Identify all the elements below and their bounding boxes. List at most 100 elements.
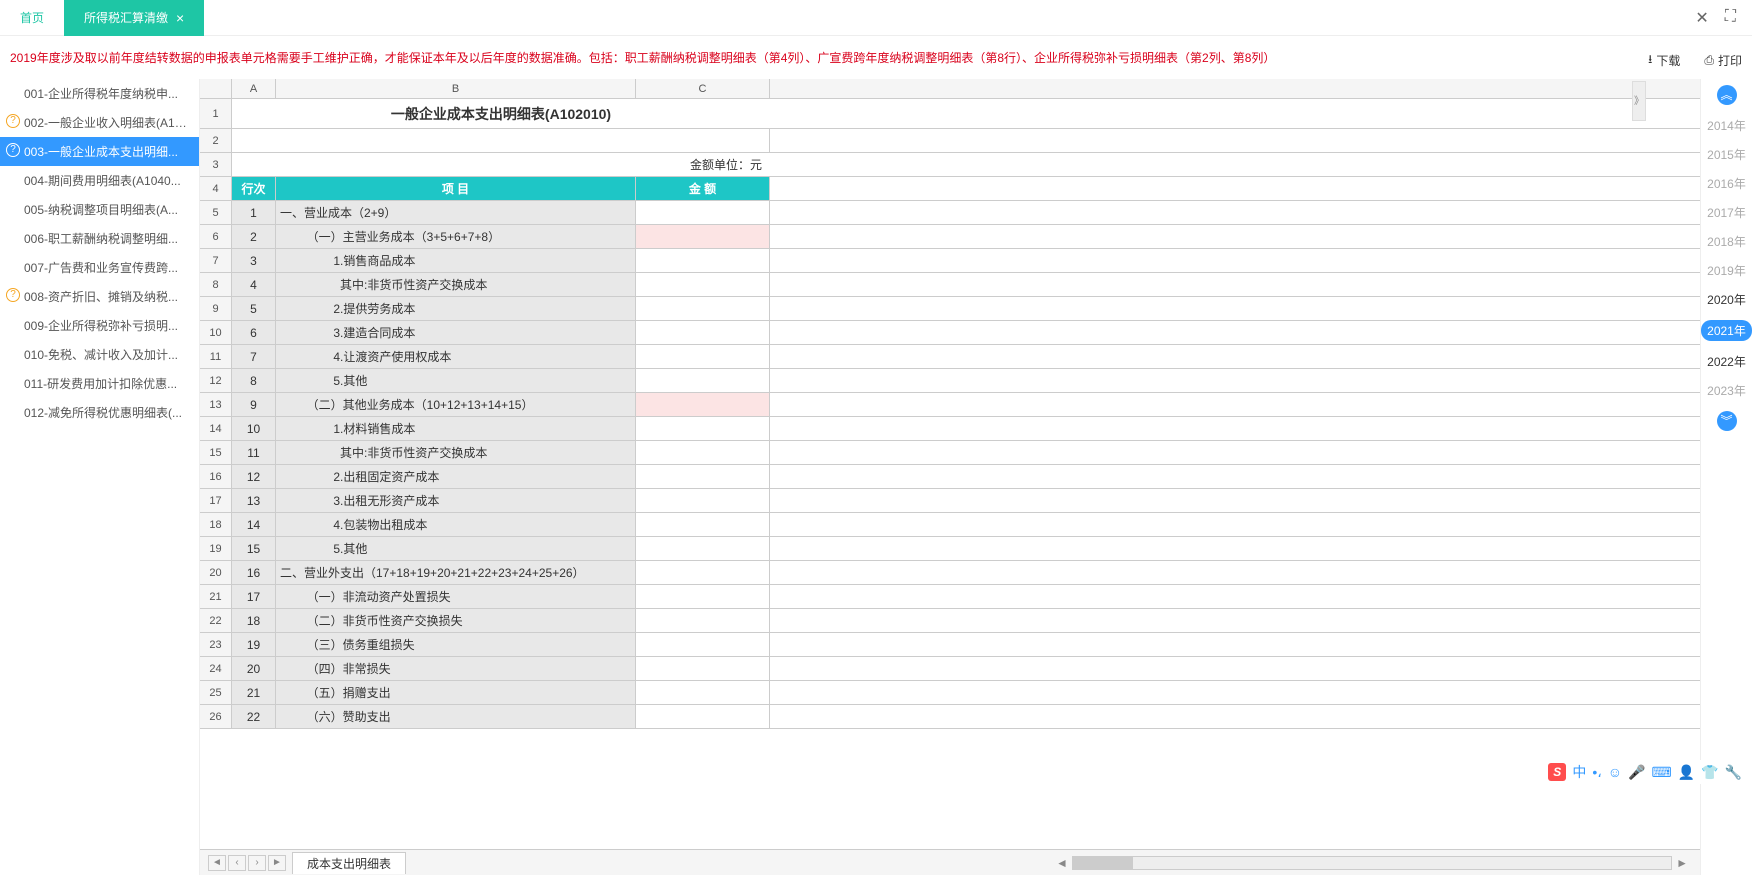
row-header[interactable]: 16 (200, 465, 232, 488)
sheet-body[interactable]: 1 一般企业成本支出明细表(A102010) 2 3 金额单位：元 4 行次 项… (200, 99, 1700, 849)
cell-line-no[interactable]: 18 (232, 609, 276, 632)
close-icon[interactable]: × (176, 0, 184, 36)
cell-item[interactable]: （一）主营业务成本（3+5+6+7+8） (276, 225, 636, 248)
cell-amount[interactable] (636, 585, 770, 608)
cell-line-no[interactable]: 11 (232, 441, 276, 464)
sheet-nav-first-icon[interactable]: ◄ (208, 855, 226, 871)
row-header[interactable]: 15 (200, 441, 232, 464)
cell-item[interactable]: （一）非流动资产处置损失 (276, 585, 636, 608)
sidebar-item-11[interactable]: 012-减免所得税优惠明细表(... (0, 398, 199, 427)
cell-line-no[interactable]: 20 (232, 657, 276, 680)
sheet-nav-last-icon[interactable]: ► (268, 855, 286, 871)
scroll-down-icon[interactable]: ︾ (1717, 411, 1737, 431)
cell-item[interactable]: 5.其他 (276, 369, 636, 392)
scroll-up-icon[interactable]: ︽ (1717, 85, 1737, 105)
cell-line-no[interactable]: 7 (232, 345, 276, 368)
cell-item[interactable]: 3.出租无形资产成本 (276, 489, 636, 512)
corner-cell[interactable] (200, 79, 232, 98)
year-2023年[interactable]: 2023年 (1707, 382, 1746, 399)
row-header[interactable]: 18 (200, 513, 232, 536)
cell-amount[interactable] (636, 249, 770, 272)
sidebar-item-2[interactable]: ?003-一般企业成本支出明细... (0, 137, 199, 166)
cell-item[interactable]: 其中:非货币性资产交换成本 (276, 273, 636, 296)
fullscreen-icon[interactable]: ⛶ (1725, 8, 1736, 28)
horizontal-scrollbar[interactable]: ◄ ► (1052, 856, 1692, 870)
cell-line-no[interactable]: 13 (232, 489, 276, 512)
tab-home[interactable]: 首页 (0, 0, 64, 36)
cell-line-no[interactable]: 19 (232, 633, 276, 656)
ime-lang[interactable]: 中 (1572, 762, 1586, 782)
cell-item[interactable]: 4.包装物出租成本 (276, 513, 636, 536)
cell-item[interactable]: （三）债务重组损失 (276, 633, 636, 656)
cell-line-no[interactable]: 10 (232, 417, 276, 440)
scroll-right-icon[interactable]: ► (1672, 856, 1692, 870)
cell-item[interactable]: 二、营业外支出（17+18+19+20+21+22+23+24+25+26） (276, 561, 636, 584)
cell-item[interactable]: （六）赞助支出 (276, 705, 636, 728)
cell-item[interactable]: 其中:非货币性资产交换成本 (276, 441, 636, 464)
row-header[interactable]: 14 (200, 417, 232, 440)
cell-amount[interactable] (636, 273, 770, 296)
tab-active[interactable]: 所得税汇算清缴 × (64, 0, 204, 36)
row-header[interactable]: 26 (200, 705, 232, 728)
ime-emoji-icon[interactable]: ☺ (1608, 764, 1622, 780)
row-header[interactable]: 1 (200, 99, 232, 128)
expand-right-icon[interactable]: 》 (1632, 81, 1646, 121)
cell-amount[interactable] (636, 417, 770, 440)
cell-line-no[interactable]: 17 (232, 585, 276, 608)
col-header-a[interactable]: A (232, 79, 276, 98)
row-header[interactable]: 8 (200, 273, 232, 296)
cell-amount[interactable] (636, 369, 770, 392)
cell-item[interactable]: 3.建造合同成本 (276, 321, 636, 344)
cell-amount[interactable] (636, 705, 770, 728)
ime-mic-icon[interactable]: 🎤 (1628, 764, 1645, 781)
row-header[interactable]: 23 (200, 633, 232, 656)
scroll-left-icon[interactable]: ◄ (1052, 856, 1072, 870)
cell-line-no[interactable]: 16 (232, 561, 276, 584)
ime-keyboard-icon[interactable]: ⌨ (1651, 764, 1671, 781)
cell-line-no[interactable]: 3 (232, 249, 276, 272)
year-2016年[interactable]: 2016年 (1707, 175, 1746, 192)
cell-line-no[interactable]: 4 (232, 273, 276, 296)
cell-line-no[interactable]: 22 (232, 705, 276, 728)
cell-amount[interactable] (636, 393, 770, 416)
cell-line-no[interactable]: 8 (232, 369, 276, 392)
close-window-icon[interactable]: ✕ (1695, 8, 1708, 28)
row-header[interactable]: 7 (200, 249, 232, 272)
cell-amount[interactable] (636, 345, 770, 368)
cell-line-no[interactable]: 9 (232, 393, 276, 416)
cell-amount[interactable] (636, 657, 770, 680)
cell-item[interactable]: （四）非常损失 (276, 657, 636, 680)
ime-tools-icon[interactable]: 🔧 (1725, 764, 1742, 781)
row-header[interactable]: 9 (200, 297, 232, 320)
cell-item[interactable]: 2.提供劳务成本 (276, 297, 636, 320)
row-header[interactable]: 4 (200, 177, 232, 200)
ime-skin-icon[interactable]: 👕 (1701, 764, 1718, 781)
ime-user-icon[interactable]: 👤 (1678, 764, 1695, 781)
cell-amount[interactable] (636, 633, 770, 656)
row-header[interactable]: 11 (200, 345, 232, 368)
cell-amount[interactable] (636, 561, 770, 584)
ime-logo-icon[interactable]: S (1548, 763, 1566, 781)
year-2015年[interactable]: 2015年 (1707, 146, 1746, 163)
sheet-nav-next-icon[interactable]: › (248, 855, 266, 871)
cell-amount[interactable] (636, 609, 770, 632)
row-header[interactable]: 25 (200, 681, 232, 704)
cell-line-no[interactable]: 5 (232, 297, 276, 320)
cell-item[interactable]: （五）捐赠支出 (276, 681, 636, 704)
sidebar-item-1[interactable]: ?002-一般企业收入明细表(A10... (0, 108, 199, 137)
row-header[interactable]: 2 (200, 129, 232, 152)
year-2019年[interactable]: 2019年 (1707, 262, 1746, 279)
row-header[interactable]: 13 (200, 393, 232, 416)
cell-amount[interactable] (636, 225, 770, 248)
sidebar-item-8[interactable]: 009-企业所得税弥补亏损明... (0, 311, 199, 340)
cell-line-no[interactable]: 21 (232, 681, 276, 704)
row-header[interactable]: 10 (200, 321, 232, 344)
year-2018年[interactable]: 2018年 (1707, 233, 1746, 250)
cell-line-no[interactable]: 14 (232, 513, 276, 536)
cell-amount[interactable] (636, 321, 770, 344)
cell-line-no[interactable]: 12 (232, 465, 276, 488)
cell-item[interactable]: 5.其他 (276, 537, 636, 560)
sidebar-item-9[interactable]: 010-免税、减计收入及加计... (0, 340, 199, 369)
sidebar-item-6[interactable]: 007-广告费和业务宣传费跨... (0, 253, 199, 282)
sidebar-item-4[interactable]: 005-纳税调整项目明细表(A... (0, 195, 199, 224)
